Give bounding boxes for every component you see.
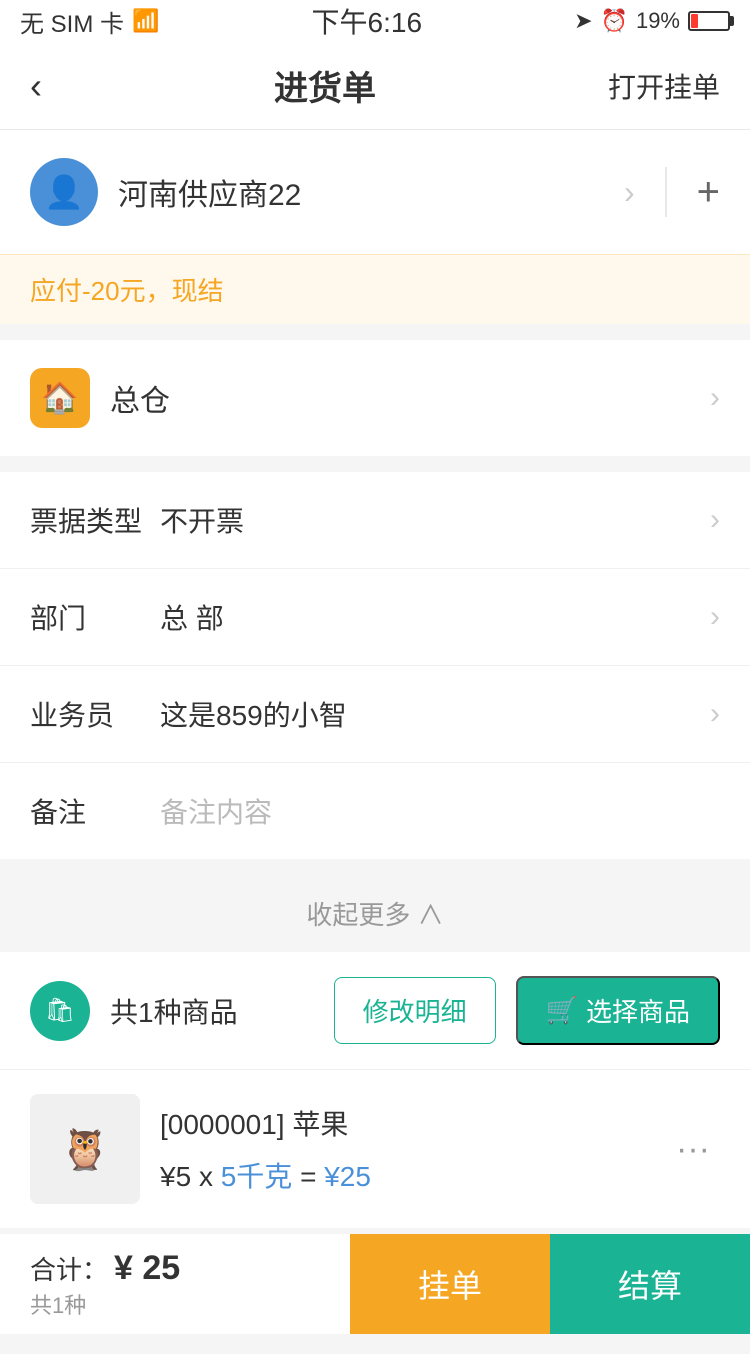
price-base: ¥5 (160, 1161, 191, 1192)
price-total: ¥25 (324, 1161, 371, 1192)
select-product-button[interactable]: 🛒 选择商品 (516, 976, 720, 1045)
price-separator: x (199, 1161, 221, 1192)
open-hang-button[interactable]: 打开挂单 (608, 66, 720, 106)
product-icon: 🛍 (30, 981, 90, 1041)
collapse-bar[interactable]: 收起更多 ∧ (0, 875, 750, 952)
alarm-icon: ⏰ (601, 8, 628, 34)
product-thumbnail: 🦉 (30, 1094, 140, 1204)
wifi-icon: 📶 (132, 8, 159, 34)
hang-button[interactable]: 挂单 (350, 1234, 550, 1334)
salesperson-row[interactable]: 业务员 这是859的小智 › (0, 666, 750, 763)
total-label: 合计： (30, 1250, 108, 1287)
invoice-chevron-icon: › (710, 503, 720, 537)
status-time: 下午6:16 (312, 1, 423, 41)
add-supplier-button[interactable]: + (697, 170, 720, 215)
location-icon: ➤ (574, 8, 592, 34)
product-name: [0000001] 苹果 (160, 1103, 646, 1143)
collapse-text: 收起更多 ∧ (306, 900, 443, 930)
select-product-label: 选择商品 (586, 992, 690, 1029)
salesperson-chevron-icon: › (710, 697, 720, 731)
cart-icon: 🛒 (546, 995, 578, 1026)
supplier-row[interactable]: 👤 河南供应商22 › + (0, 130, 750, 254)
home-icon: 🏠 (41, 381, 78, 416)
supplier-chevron-icon: › (624, 174, 635, 211)
remark-value: 备注内容 (160, 791, 720, 831)
product-price: ¥5 x 5千克 = ¥25 (160, 1155, 646, 1195)
avatar-icon: 👤 (44, 173, 84, 211)
warehouse-row[interactable]: 🏠 总仓 › (0, 340, 750, 456)
supplier-divider (665, 167, 667, 217)
salesperson-value: 这是859的小智 (160, 694, 710, 734)
total-amount: ¥ 25 (114, 1249, 180, 1288)
nav-bar: ‹ 进货单 打开挂单 (0, 42, 750, 130)
bottom-bar: 合计： ¥ 25 共1种 挂单 结算 (0, 1234, 750, 1334)
checkout-button[interactable]: 结算 (550, 1234, 750, 1334)
hang-label: 挂单 (418, 1261, 482, 1307)
department-label: 部门 (30, 597, 160, 637)
supplier-section: 👤 河南供应商22 › + 应付-20元，现结 (0, 130, 750, 324)
modify-detail-button[interactable]: 修改明细 (334, 977, 496, 1044)
supplier-avatar: 👤 (30, 158, 98, 226)
bottom-total: 合计： ¥ 25 共1种 (0, 1234, 350, 1334)
invoice-type-row[interactable]: 票据类型 不开票 › (0, 472, 750, 569)
department-chevron-icon: › (710, 600, 720, 634)
back-button[interactable]: ‹ (30, 65, 42, 107)
warning-banner: 应付-20元，现结 (0, 254, 750, 324)
price-equals: = (300, 1161, 324, 1192)
salesperson-label: 业务员 (30, 694, 160, 734)
product-more-button[interactable]: ··· (666, 1120, 720, 1179)
remark-label: 备注 (30, 791, 160, 831)
carrier-text: 无 SIM 卡 (20, 4, 124, 39)
status-bar: 无 SIM 卡 📶 下午6:16 ➤ ⏰ 19% (0, 0, 750, 42)
warning-text: 应付-20元，现结 (30, 276, 224, 306)
products-header: 🛍 共1种商品 修改明细 🛒 选择商品 (0, 952, 750, 1070)
price-qty: 5千克 (221, 1161, 293, 1192)
remark-row[interactable]: 备注 备注内容 (0, 763, 750, 859)
warehouse-chevron-icon: › (710, 381, 720, 415)
department-row[interactable]: 部门 总 部 › (0, 569, 750, 666)
bag-icon: 🛍 (45, 996, 75, 1025)
warehouse-name: 总仓 (110, 376, 710, 420)
owl-icon: 🦉 (60, 1126, 110, 1173)
product-info: [0000001] 苹果 ¥5 x 5千克 = ¥25 (160, 1103, 646, 1195)
battery-icon (688, 11, 730, 31)
department-value: 总 部 (160, 597, 710, 637)
form-section: 票据类型 不开票 › 部门 总 部 › 业务员 这是859的小智 › 备注 备注… (0, 472, 750, 859)
total-sub: 共1种 (30, 1288, 320, 1320)
product-count: 共1种商品 (110, 991, 314, 1031)
invoice-type-label: 票据类型 (30, 500, 160, 540)
page-title: 进货单 (274, 61, 376, 110)
product-item: 🦉 [0000001] 苹果 ¥5 x 5千克 = ¥25 ··· (0, 1070, 750, 1228)
checkout-label: 结算 (618, 1261, 682, 1307)
battery-text: 19% (636, 8, 680, 34)
supplier-name: 河南供应商22 (118, 170, 624, 214)
status-right: ➤ ⏰ 19% (574, 8, 730, 34)
invoice-type-value: 不开票 (160, 500, 710, 540)
status-left: 无 SIM 卡 📶 (20, 4, 159, 39)
warehouse-icon: 🏠 (30, 368, 90, 428)
